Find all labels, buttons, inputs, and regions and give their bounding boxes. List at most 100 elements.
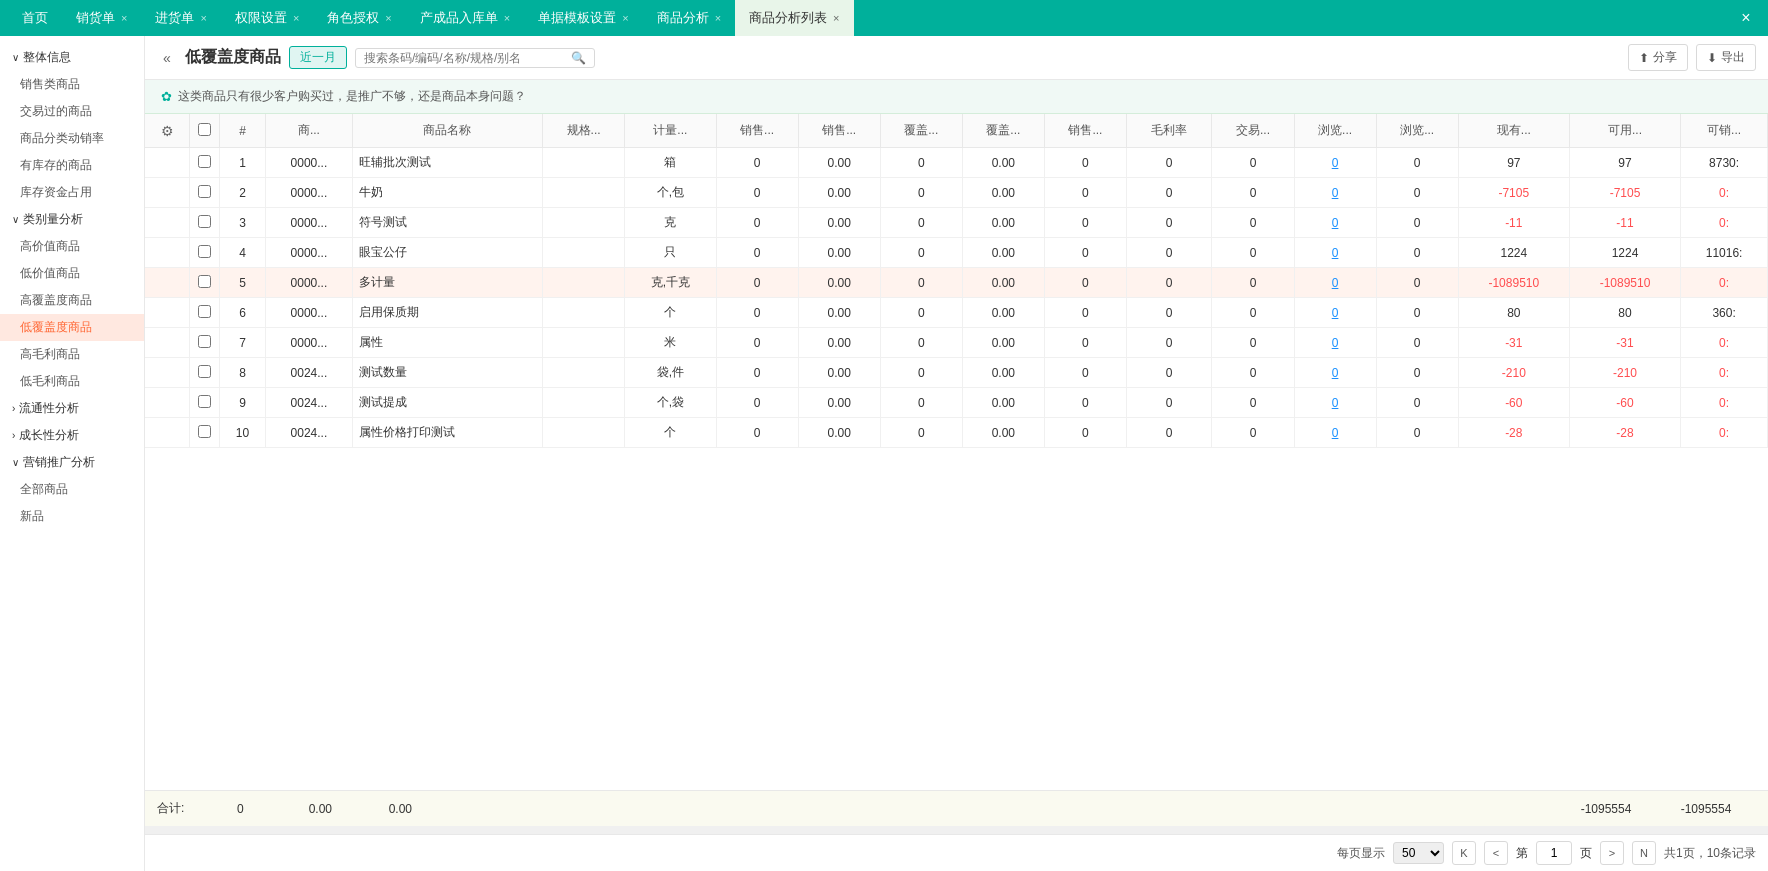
td-checkbox[interactable] <box>190 208 220 238</box>
sidebar-item-high-margin[interactable]: 高毛利商品 <box>0 341 144 368</box>
td-browse1[interactable]: 0 <box>1294 268 1376 298</box>
sidebar-item-traded-goods[interactable]: 交易过的商品 <box>0 98 144 125</box>
row-checkbox[interactable] <box>198 425 211 438</box>
nav-item-template[interactable]: 单据模板设置 × <box>524 0 642 36</box>
nav-close-sales[interactable]: × <box>121 12 127 24</box>
row-checkbox[interactable] <box>198 305 211 318</box>
next-page-button[interactable]: > <box>1600 841 1624 865</box>
row-checkbox[interactable] <box>198 395 211 408</box>
nav-close-analysis-list[interactable]: × <box>833 12 839 24</box>
row-checkbox[interactable] <box>198 275 211 288</box>
td-cover2: 0.00 <box>962 388 1044 418</box>
sidebar-item-in-stock[interactable]: 有库存的商品 <box>0 152 144 179</box>
td-browse1[interactable]: 0 <box>1294 418 1376 448</box>
td-browse1[interactable]: 0 <box>1294 328 1376 358</box>
nav-item-home[interactable]: 首页 <box>8 0 62 36</box>
sidebar-item-category-rate[interactable]: 商品分类动销率 <box>0 125 144 152</box>
td-margin: 0 <box>1126 178 1212 208</box>
td-cover1: 0 <box>880 208 962 238</box>
td-trade: 0 <box>1212 148 1294 178</box>
td-checkbox[interactable] <box>190 148 220 178</box>
table-row: 3 0000... 符号测试 克 0 0.00 0 0.00 0 0 0 0 0… <box>145 208 1768 238</box>
td-checkbox[interactable] <box>190 358 220 388</box>
first-page-button[interactable]: K <box>1452 841 1476 865</box>
last-page-button[interactable]: N <box>1632 841 1656 865</box>
td-cover2: 0.00 <box>962 358 1044 388</box>
row-checkbox[interactable] <box>198 155 211 168</box>
td-name: 属性价格打印测试 <box>352 418 542 448</box>
td-trade: 0 <box>1212 328 1294 358</box>
page-input[interactable] <box>1536 841 1572 865</box>
td-browse1[interactable]: 0 <box>1294 388 1376 418</box>
td-checkbox[interactable] <box>190 418 220 448</box>
window-close-button[interactable]: × <box>1732 4 1760 32</box>
collapse-sidebar-button[interactable]: « <box>157 48 177 68</box>
td-browse1[interactable]: 0 <box>1294 298 1376 328</box>
table-container[interactable]: ⚙ # 商... 商品名称 规格... 计量... 销售... 销售... 覆盖… <box>145 114 1768 790</box>
sidebar-item-low-value[interactable]: 低价值商品 <box>0 260 144 287</box>
sidebar-item-all-goods[interactable]: 全部商品 <box>0 476 144 503</box>
nav-close-production[interactable]: × <box>504 12 510 24</box>
sidebar-item-low-margin[interactable]: 低毛利商品 <box>0 368 144 395</box>
row-checkbox[interactable] <box>198 215 211 228</box>
td-available: -11 <box>1569 208 1680 238</box>
sidebar-item-low-coverage[interactable]: 低覆盖度商品 <box>0 314 144 341</box>
td-code: 0000... <box>266 268 353 298</box>
nav-item-sales[interactable]: 销货单 × <box>62 0 141 36</box>
td-checkbox[interactable] <box>190 238 220 268</box>
td-checkbox[interactable] <box>190 268 220 298</box>
sidebar-section-growth[interactable]: › 成长性分析 <box>0 422 144 449</box>
sidebar-section-marketing[interactable]: ∨ 营销推广分析 <box>0 449 144 476</box>
td-cover1: 0 <box>880 238 962 268</box>
th-settings[interactable]: ⚙ <box>145 114 190 148</box>
td-checkbox[interactable] <box>190 328 220 358</box>
share-button[interactable]: ⬆ 分享 <box>1628 44 1688 71</box>
nav-item-production[interactable]: 产成品入库单 × <box>406 0 524 36</box>
sidebar-item-high-coverage[interactable]: 高覆盖度商品 <box>0 287 144 314</box>
sidebar-item-high-value[interactable]: 高价值商品 <box>0 233 144 260</box>
sidebar-section-category[interactable]: ∨ 类别量分析 <box>0 206 144 233</box>
td-browse1[interactable]: 0 <box>1294 238 1376 268</box>
td-sales3: 0 <box>1044 298 1126 328</box>
nav-close-template[interactable]: × <box>622 12 628 24</box>
time-filter-button[interactable]: 近一月 <box>289 46 347 69</box>
prev-page-button[interactable]: < <box>1484 841 1508 865</box>
nav-item-role[interactable]: 角色授权 × <box>313 0 405 36</box>
td-browse1[interactable]: 0 <box>1294 358 1376 388</box>
scroll-indicator[interactable] <box>145 826 1768 834</box>
nav-item-analysis[interactable]: 商品分析 × <box>643 0 735 36</box>
nav-close-analysis[interactable]: × <box>715 12 721 24</box>
nav-item-analysis-list[interactable]: 商品分析列表 × <box>735 0 853 36</box>
th-trade: 交易... <box>1212 114 1294 148</box>
row-checkbox[interactable] <box>198 335 211 348</box>
td-code: 0024... <box>266 358 353 388</box>
row-checkbox[interactable] <box>198 185 211 198</box>
td-browse1[interactable]: 0 <box>1294 148 1376 178</box>
sidebar-section-overall[interactable]: ∨ 整体信息 <box>0 44 144 71</box>
nav-item-permission[interactable]: 权限设置 × <box>221 0 313 36</box>
sidebar-section-flow[interactable]: › 流通性分析 <box>0 395 144 422</box>
nav-close-purchase[interactable]: × <box>200 12 206 24</box>
td-checkbox[interactable] <box>190 178 220 208</box>
nav-close-permission[interactable]: × <box>293 12 299 24</box>
search-box[interactable]: 🔍 <box>355 48 595 68</box>
sidebar-item-new-goods[interactable]: 新品 <box>0 503 144 530</box>
th-checkbox[interactable] <box>190 114 220 148</box>
td-checkbox[interactable] <box>190 388 220 418</box>
select-all-checkbox[interactable] <box>198 123 211 136</box>
td-browse1[interactable]: 0 <box>1294 178 1376 208</box>
export-button[interactable]: ⬇ 导出 <box>1696 44 1756 71</box>
row-checkbox[interactable] <box>198 365 211 378</box>
table-row: 5 0000... 多计量 克,千克 0 0.00 0 0.00 0 0 0 0… <box>145 268 1768 298</box>
nav-item-purchase[interactable]: 进货单 × <box>141 0 220 36</box>
search-input[interactable] <box>364 51 567 65</box>
page-label: 第 <box>1516 845 1528 862</box>
sidebar-item-sales-goods[interactable]: 销售类商品 <box>0 71 144 98</box>
nav-close-role[interactable]: × <box>385 12 391 24</box>
td-browse1[interactable]: 0 <box>1294 208 1376 238</box>
row-checkbox[interactable] <box>198 245 211 258</box>
sidebar-item-stock-capital[interactable]: 库存资金占用 <box>0 179 144 206</box>
td-checkbox[interactable] <box>190 298 220 328</box>
page-size-select[interactable]: 50 20 100 <box>1393 842 1444 864</box>
td-sellable: 0: <box>1681 358 1768 388</box>
